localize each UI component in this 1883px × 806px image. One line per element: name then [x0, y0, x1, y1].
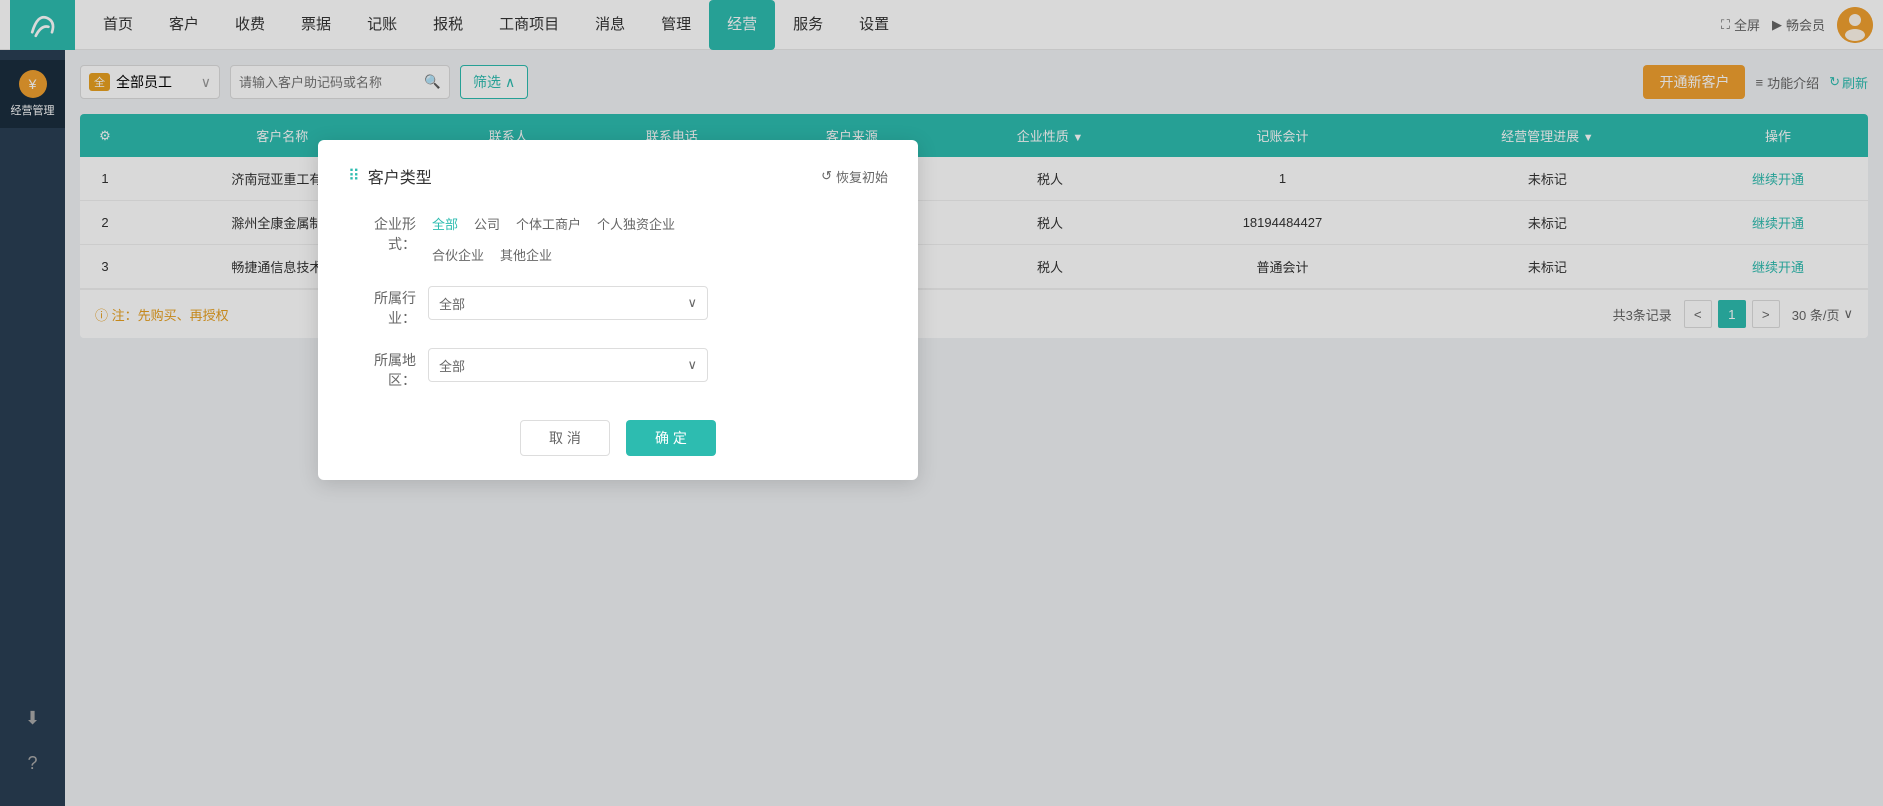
confirm-button[interactable]: 确 定: [626, 420, 716, 456]
industry-select[interactable]: 全部 ∨: [428, 286, 708, 320]
region-label: 所属地区：: [348, 348, 428, 390]
modal-title-icon: ⠿: [348, 166, 360, 186]
reset-button[interactable]: ↺ 恢复初始: [821, 167, 888, 186]
enterprise-form-row: 企业形式： 全部 公司 个体工商户 个人独资企业 合伙企业 其他企业: [348, 212, 888, 266]
enterprise-opt-sole[interactable]: 个人独资企业: [593, 212, 679, 235]
industry-label: 所属行业：: [348, 286, 428, 328]
region-dropdown-icon: ∨: [687, 357, 697, 373]
modal-title: ⠿ 客户类型: [348, 164, 432, 188]
filter-modal: ⠿ 客户类型 ↺ 恢复初始 企业形式： 全部 公司 个体工商户 个人独资企业 合…: [318, 140, 918, 480]
enterprise-opt-partnership[interactable]: 合伙企业: [428, 243, 488, 266]
industry-row: 所属行业： 全部 ∨: [348, 286, 888, 328]
industry-content: 全部 ∨: [428, 286, 888, 320]
reset-icon: ↺: [821, 168, 832, 184]
modal-overlay[interactable]: ⠿ 客户类型 ↺ 恢复初始 企业形式： 全部 公司 个体工商户 个人独资企业 合…: [0, 0, 1883, 806]
enterprise-tag-group-2: 合伙企业 其他企业: [428, 243, 888, 266]
region-select[interactable]: 全部 ∨: [428, 348, 708, 382]
industry-dropdown-icon: ∨: [687, 295, 697, 311]
enterprise-opt-other[interactable]: 其他企业: [496, 243, 556, 266]
region-row: 所属地区： 全部 ∨: [348, 348, 888, 390]
modal-header: ⠿ 客户类型 ↺ 恢复初始: [348, 164, 888, 188]
enterprise-opt-individual[interactable]: 个体工商户: [512, 212, 585, 235]
cancel-button[interactable]: 取 消: [520, 420, 610, 456]
enterprise-opt-all[interactable]: 全部: [428, 212, 462, 235]
enterprise-opt-company[interactable]: 公司: [470, 212, 504, 235]
enterprise-options: 全部 公司 个体工商户 个人独资企业 合伙企业 其他企业: [428, 212, 888, 266]
region-content: 全部 ∨: [428, 348, 888, 382]
modal-footer: 取 消 确 定: [348, 420, 888, 456]
enterprise-label: 企业形式：: [348, 212, 428, 254]
enterprise-tag-group: 全部 公司 个体工商户 个人独资企业: [428, 212, 888, 235]
